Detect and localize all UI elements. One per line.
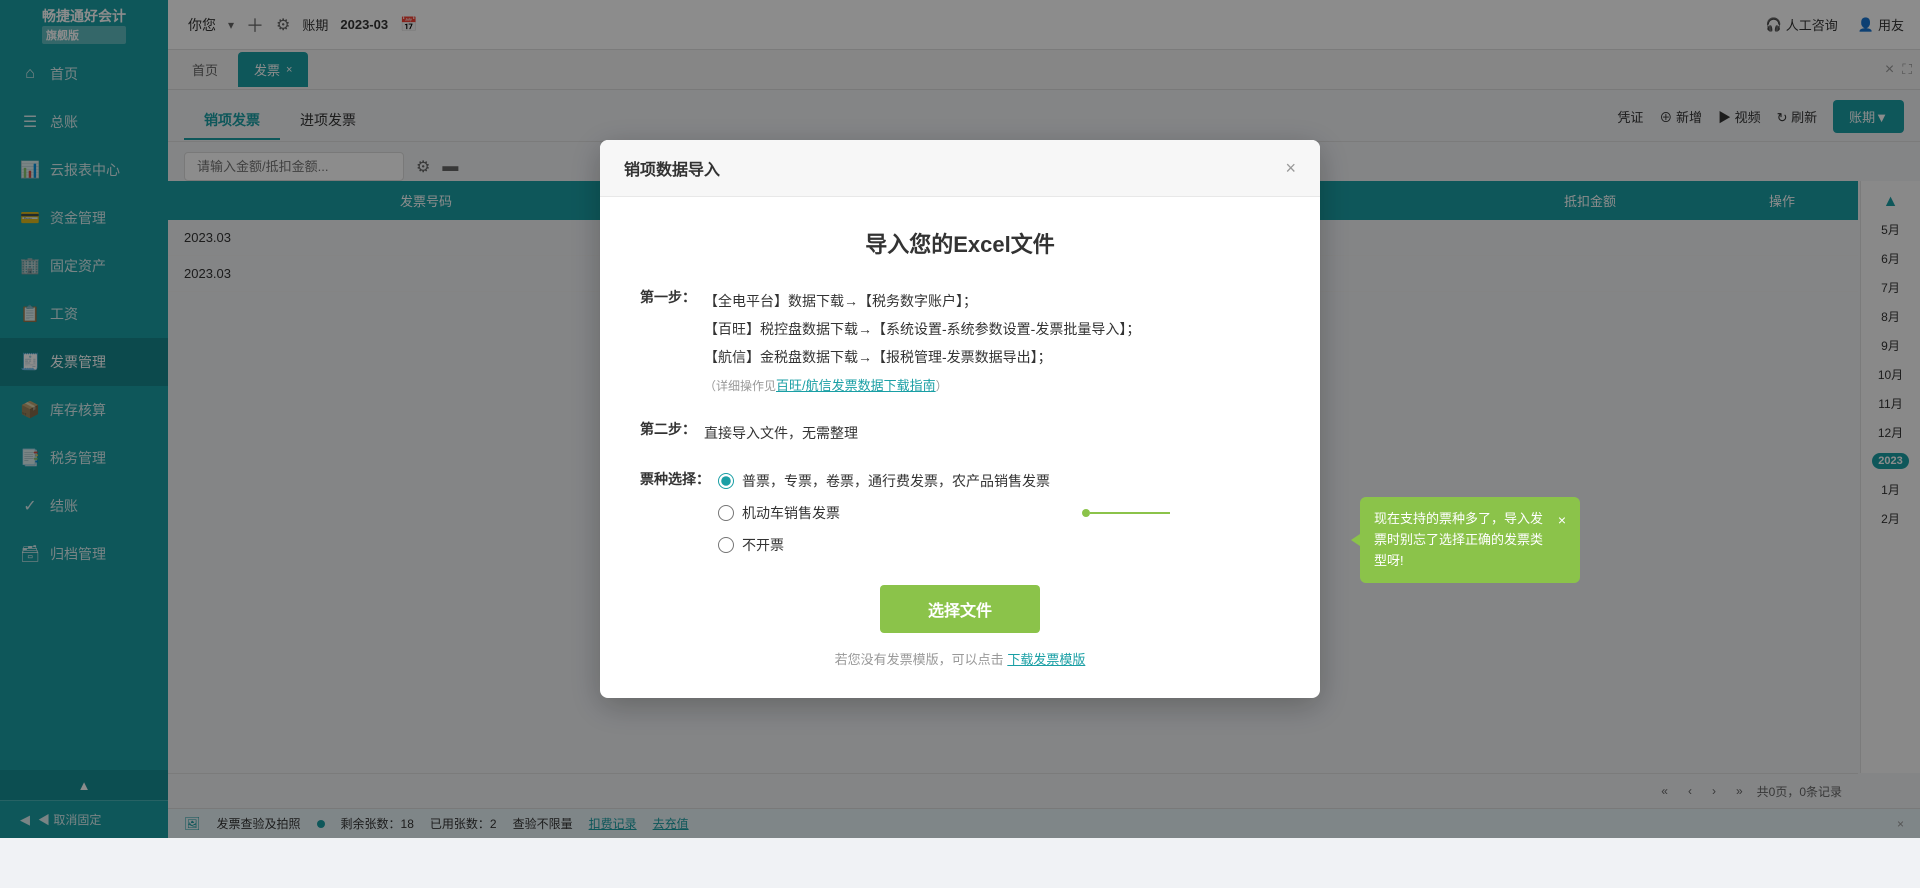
modal-body: 导入您的Excel文件 第一步： 【全电平台】数据下载→【税务数字账户】； 【百… xyxy=(600,197,1320,698)
step2-label: 第二步： xyxy=(640,419,696,439)
modal-close-button[interactable]: × xyxy=(1285,158,1296,179)
modal-header: 销项数据导入 × xyxy=(600,140,1320,197)
modal-footer: 若您没有发票模版，可以点击 下载发票模版 xyxy=(640,649,1280,668)
select-file-button[interactable]: 选择文件 xyxy=(880,585,1040,633)
modal-btn-row: 选择文件 xyxy=(640,585,1280,633)
tooltip-arrow xyxy=(1351,534,1360,546)
step2-content: 直接导入文件，无需整理 xyxy=(704,419,858,447)
step1-label: 第一步： xyxy=(640,287,696,391)
step1-note: （详细操作见百旺/航信发票数据下载指南） xyxy=(704,371,1140,399)
ticket-label: 票种选择： xyxy=(640,467,710,489)
radio-general[interactable]: 普票，专票，卷票，通行费发票，农产品销售发票 xyxy=(718,471,1050,491)
tooltip-close-btn[interactable]: × xyxy=(1558,509,1566,531)
ticket-selection: 票种选择： 普票，专票，卷票，通行费发票，农产品销售发票 机动车销售发票 xyxy=(640,467,1280,555)
radio-general-input[interactable] xyxy=(718,473,734,489)
step1-content: 【全电平台】数据下载→【税务数字账户】； 【百旺】税控盘数据下载→【系统设置-系… xyxy=(704,287,1140,399)
ticket-tooltip: × 现在支持的票种多了，导入发票时别忘了选择正确的发票类型呀! xyxy=(1360,497,1580,583)
step1: 第一步： 【全电平台】数据下载→【税务数字账户】； 【百旺】税控盘数据下载→【系… xyxy=(640,287,1280,399)
download-template-link[interactable]: 下载发票模版 xyxy=(1007,652,1085,667)
radio-motor-input[interactable] xyxy=(718,505,734,521)
tooltip-dot xyxy=(1082,509,1090,517)
modal-overlay: 销项数据导入 × 导入您的Excel文件 第一步： 【全电平台】数据下载→【税务… xyxy=(0,0,1920,838)
radio-none[interactable]: 不开票 xyxy=(718,535,1050,555)
import-title: 导入您的Excel文件 xyxy=(640,227,1280,259)
guide-link[interactable]: 百旺/航信发票数据下载指南 xyxy=(776,378,936,393)
step1-line2: 【百旺】税控盘数据下载→【系统设置-系统参数设置-发票批量导入】； xyxy=(704,315,1140,343)
tooltip-line xyxy=(1090,512,1170,514)
step1-line1: 【全电平台】数据下载→【税务数字账户】； xyxy=(704,287,1140,315)
modal-title: 销项数据导入 xyxy=(624,156,720,180)
step1-line3: 【航信】金税盘数据下载→【报税管理-发票数据导出】； xyxy=(704,343,1140,371)
radio-group: 普票，专票，卷票，通行费发票，农产品销售发票 机动车销售发票 不开票 xyxy=(718,471,1050,555)
step2: 第二步： 直接导入文件，无需整理 xyxy=(640,419,1280,447)
radio-motor[interactable]: 机动车销售发票 xyxy=(718,503,1050,523)
tooltip-text: 现在支持的票种多了，导入发票时别忘了选择正确的发票类型呀! xyxy=(1374,511,1543,568)
radio-none-input[interactable] xyxy=(718,537,734,553)
import-modal: 销项数据导入 × 导入您的Excel文件 第一步： 【全电平台】数据下载→【税务… xyxy=(600,140,1320,698)
